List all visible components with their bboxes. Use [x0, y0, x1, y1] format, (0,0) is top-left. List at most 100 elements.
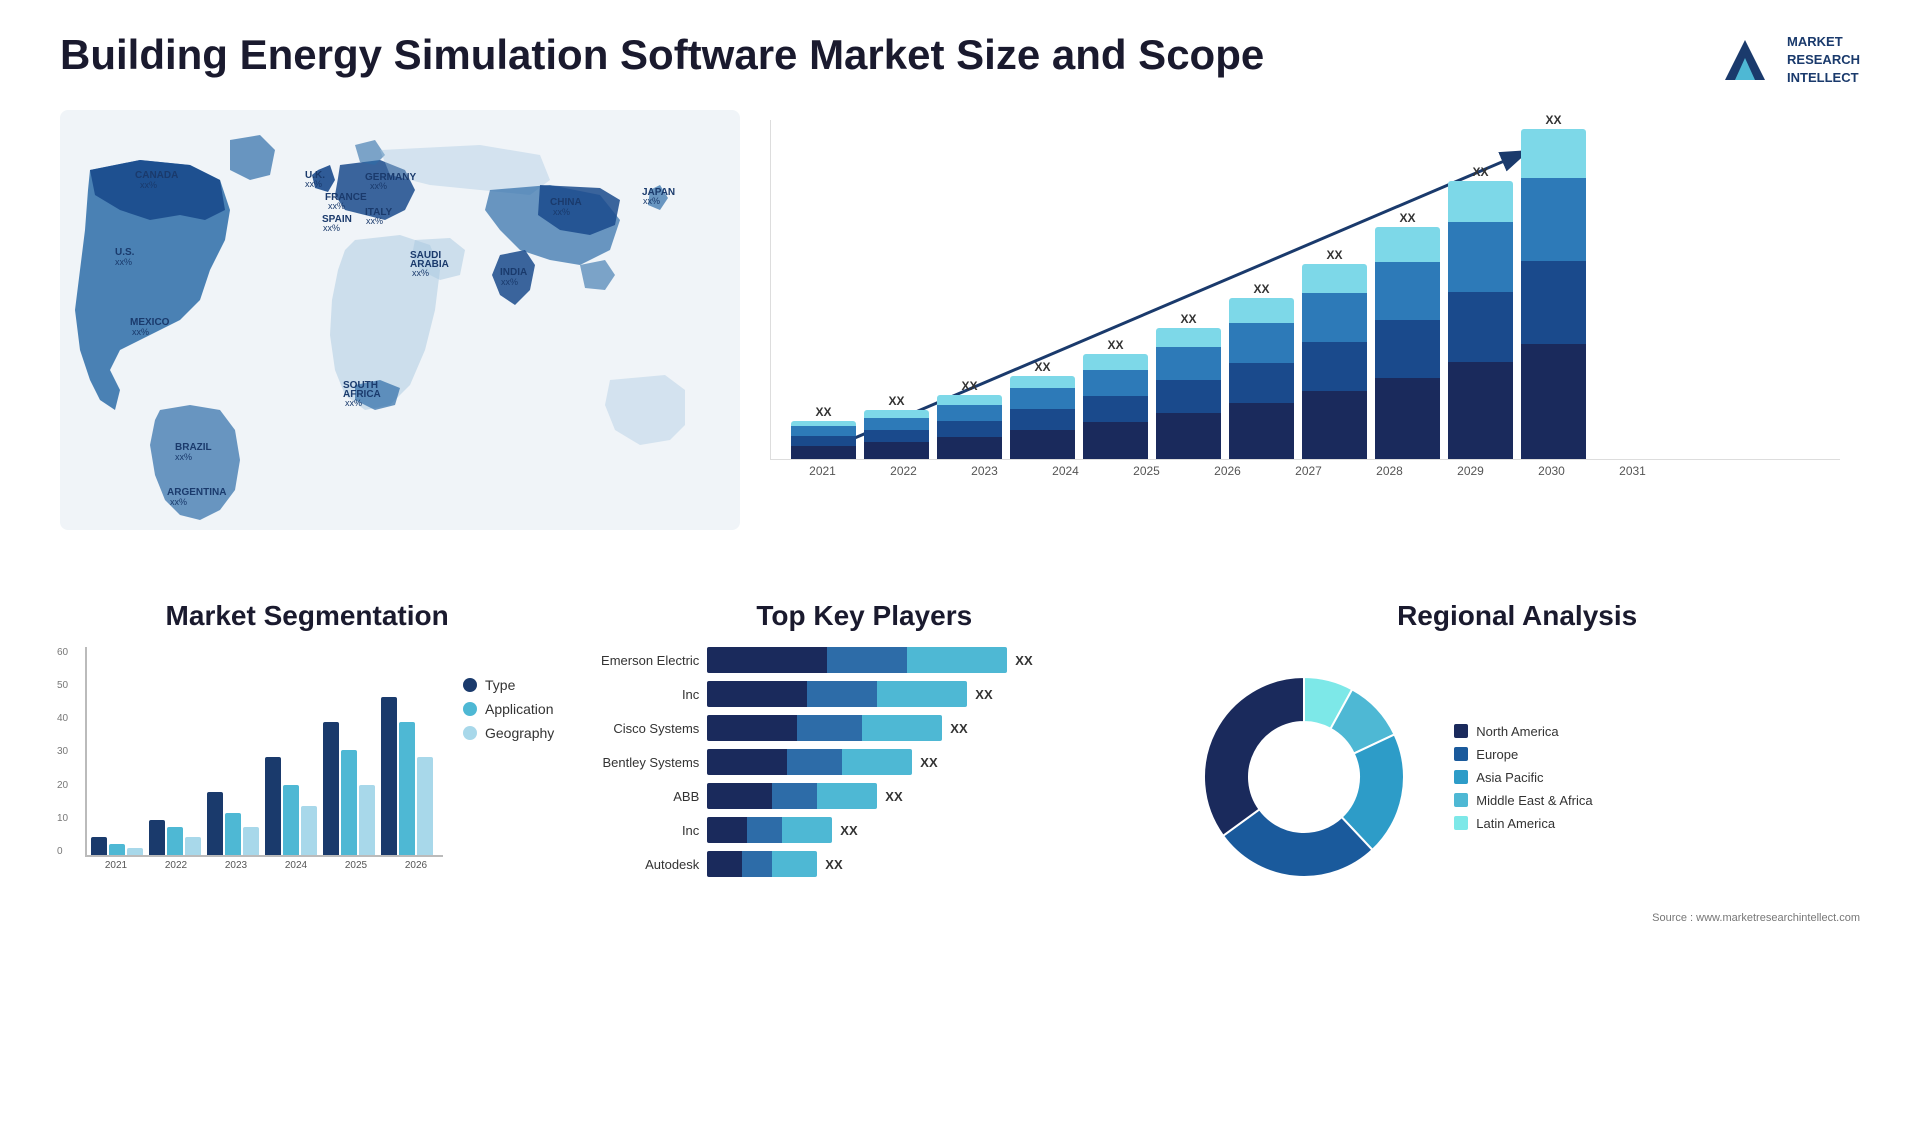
bar-label-2026: XX [1180, 312, 1196, 326]
bar-group-2026: XX [1156, 312, 1221, 459]
bar-label-2021: XX [815, 405, 831, 419]
svg-text:xx%: xx% [115, 257, 132, 267]
svg-text:xx%: xx% [643, 196, 660, 206]
player-row: ABB XX [584, 783, 1144, 809]
regional-legend-label: North America [1476, 724, 1558, 739]
svg-text:xx%: xx% [305, 179, 322, 189]
player-row: IncXX [584, 817, 1144, 843]
regional-legend-color [1454, 816, 1468, 830]
bar-x-label-2021: 2021 [790, 464, 855, 478]
bar-label-2022: XX [888, 394, 904, 408]
seg-x-label-2023: 2023 [209, 860, 263, 871]
player-name: Inc [584, 823, 699, 838]
bar-group-2021: XX [791, 405, 856, 459]
regional-legend-item: Middle East & Africa [1454, 793, 1592, 808]
bar-group-2023: XX [937, 379, 1002, 459]
header: Building Energy Simulation Software Mark… [60, 30, 1860, 90]
players-title: Top Key Players [584, 600, 1144, 632]
player-xx-label: XX [920, 755, 937, 770]
bar-label-2023: XX [961, 379, 977, 393]
seg-group-2023 [207, 792, 259, 855]
donut-container: North America Europe Asia Pacific Middle Ea… [1174, 647, 1860, 907]
svg-text:xx%: xx% [345, 398, 362, 408]
donut-chart [1174, 647, 1434, 907]
player-name: Inc [584, 687, 699, 702]
regional-legend-item: Asia Pacific [1454, 770, 1592, 785]
bar-x-label-2022: 2022 [871, 464, 936, 478]
regional-legend-item: North America [1454, 724, 1592, 739]
segmentation-section: Market Segmentation 0 10 20 30 40 50 60 [60, 600, 554, 960]
seg-x-label-2021: 2021 [89, 860, 143, 871]
seg-group-2024 [265, 757, 317, 855]
bar-x-label-2031: 2031 [1600, 464, 1665, 478]
bar-x-label-2029: 2029 [1438, 464, 1503, 478]
bar-group-2027: XX [1229, 282, 1294, 459]
svg-text:xx%: xx% [553, 207, 570, 217]
regional-legend-color [1454, 747, 1468, 761]
bar-label-2025: XX [1107, 338, 1123, 352]
svg-text:xx%: xx% [366, 216, 383, 226]
page-container: Building Energy Simulation Software Mark… [0, 0, 1920, 1146]
regional-legend-color [1454, 724, 1468, 738]
legend-dot-geography [463, 726, 477, 740]
svg-text:xx%: xx% [328, 201, 345, 211]
svg-text:xx%: xx% [170, 497, 187, 507]
world-map-svg: CANADA xx% U.S. xx% MEXICO xx% BRAZIL xx… [60, 110, 740, 530]
svg-text:xx%: xx% [323, 223, 340, 233]
seg-group-2025 [323, 722, 375, 855]
player-name: ABB [584, 789, 699, 804]
regional-legend-label: Asia Pacific [1476, 770, 1543, 785]
regional-section: Regional Analysis North America Europe Asi… [1174, 600, 1860, 960]
seg-x-label-2025: 2025 [329, 860, 383, 871]
player-row: Cisco Systems XX [584, 715, 1144, 741]
donut-center [1251, 724, 1357, 830]
player-row: Emerson ElectricXX [584, 647, 1144, 673]
map-container: CANADA xx% U.S. xx% MEXICO xx% BRAZIL xx… [60, 110, 740, 570]
bar-group-2029: XX [1375, 211, 1440, 459]
bar-label-2027: XX [1253, 282, 1269, 296]
bar-label-2030: XX [1472, 165, 1488, 179]
logo-icon [1715, 30, 1775, 90]
bar-group-2030: XX [1448, 165, 1513, 459]
svg-text:xx%: xx% [501, 277, 518, 287]
bar-x-label-2024: 2024 [1033, 464, 1098, 478]
player-row: Autodesk XX [584, 851, 1144, 877]
legend-application: Application [463, 701, 554, 717]
player-name: Emerson Electric [584, 653, 699, 668]
legend-geography: Geography [463, 725, 554, 741]
bar-x-label-2028: 2028 [1357, 464, 1422, 478]
bar-label-2029: XX [1399, 211, 1415, 225]
player-xx-label: XX [885, 789, 902, 804]
bar-group-2022: XX [864, 394, 929, 459]
player-row: Inc XX [584, 681, 1144, 707]
player-xx-label: XX [825, 857, 842, 872]
bar-label-2028: XX [1326, 248, 1342, 262]
logo-text: MARKETRESEARCHINTELLECT [1787, 33, 1860, 88]
regional-legend-label: Europe [1476, 747, 1518, 762]
regional-legend-color [1454, 793, 1468, 807]
legend-type: Type [463, 677, 554, 693]
legend-dot-application [463, 702, 477, 716]
bar-x-label-2026: 2026 [1195, 464, 1260, 478]
bar-label-2024: XX [1034, 360, 1050, 374]
player-name: Autodesk [584, 857, 699, 872]
regional-legend-label: Middle East & Africa [1476, 793, 1592, 808]
source-text: Source : www.marketresearchintellect.com [1174, 912, 1860, 924]
bar-x-label-2027: 2027 [1276, 464, 1341, 478]
regional-legend-item: Europe [1454, 747, 1592, 762]
player-name: Cisco Systems [584, 721, 699, 736]
seg-group-2021 [91, 837, 143, 855]
segmentation-title: Market Segmentation [60, 600, 554, 632]
bar-group-2024: XX [1010, 360, 1075, 459]
bar-group-2028: XX [1302, 248, 1367, 459]
regional-title: Regional Analysis [1174, 600, 1860, 632]
players-section: Top Key Players Emerson ElectricXXIncXXC… [584, 600, 1144, 960]
seg-group-2026 [381, 697, 433, 855]
player-xx-label: XX [975, 687, 992, 702]
bar-x-label-2025: 2025 [1114, 464, 1179, 478]
bar-label-2031: XX [1545, 113, 1561, 127]
regional-legend-item: Latin America [1454, 816, 1592, 831]
bar-x-label-2023: 2023 [952, 464, 1017, 478]
player-xx-label: XX [950, 721, 967, 736]
bottom-section: Market Segmentation 0 10 20 30 40 50 60 [60, 600, 1860, 960]
